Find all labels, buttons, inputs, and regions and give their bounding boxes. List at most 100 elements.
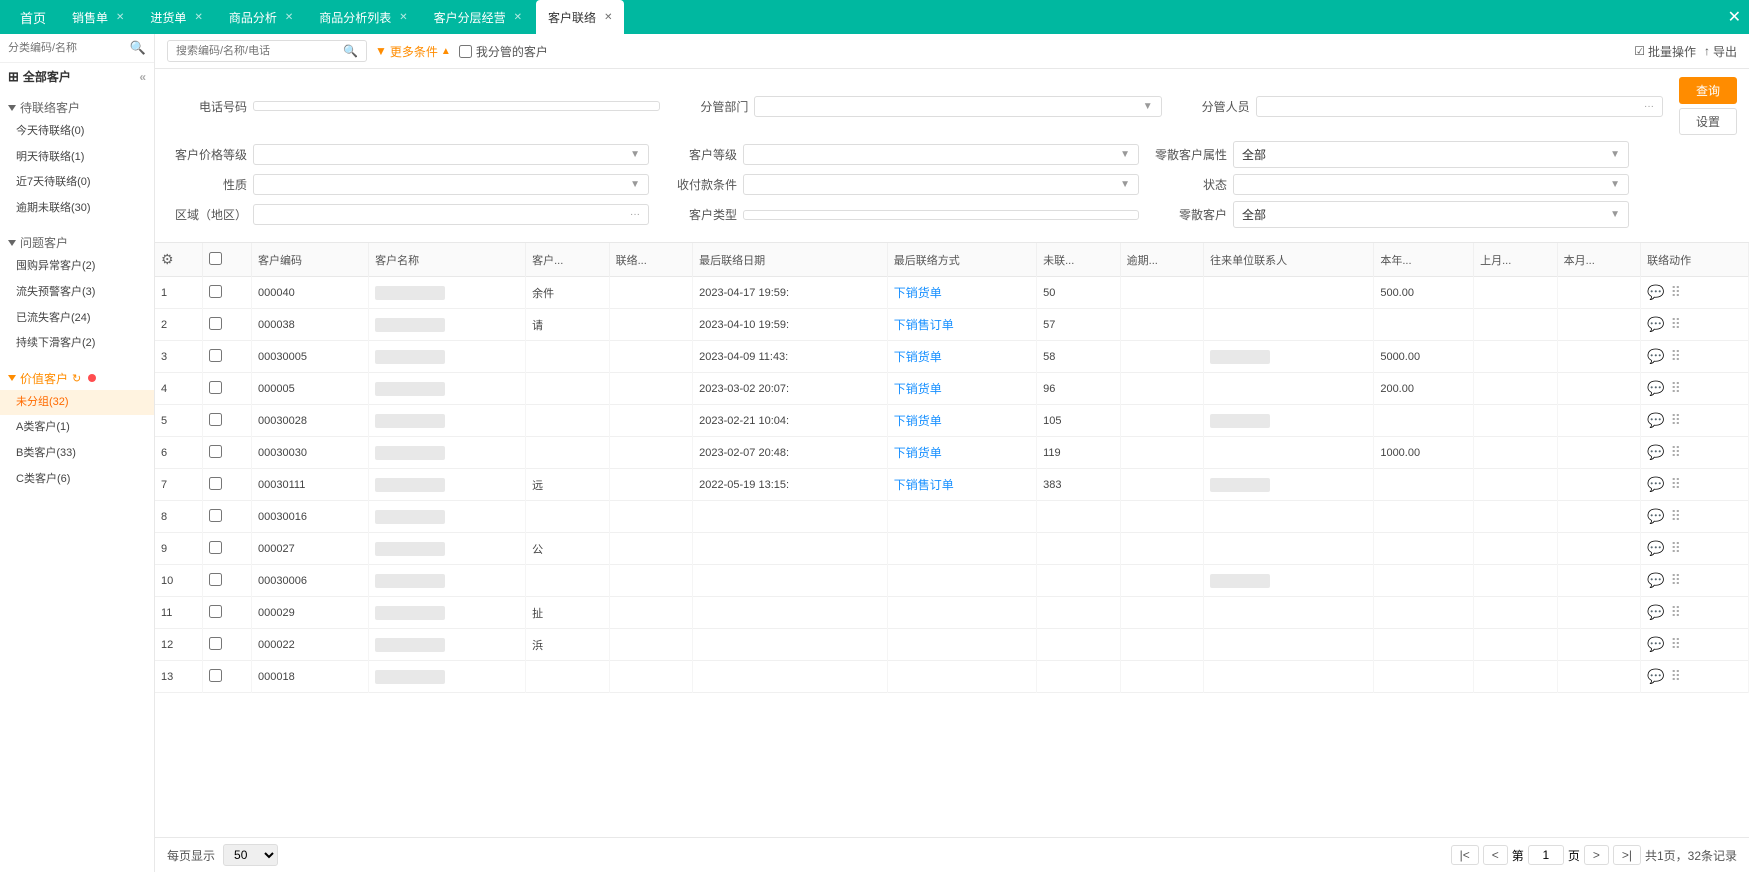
more-icon[interactable]: ⠿ xyxy=(1671,316,1681,333)
more-conditions-btn[interactable]: ▼ 更多条件 ▲ xyxy=(375,43,451,60)
filter-input-casual-attr[interactable]: 全部▼ xyxy=(1233,141,1629,168)
filter-input-phone[interactable] xyxy=(253,101,660,111)
row-select-checkbox[interactable] xyxy=(209,669,222,682)
comment-icon[interactable]: 💬 xyxy=(1647,412,1664,429)
filter-search-input[interactable] xyxy=(176,45,339,57)
first-page-btn[interactable]: |< xyxy=(1451,845,1479,865)
th-checkbox[interactable] xyxy=(202,243,251,277)
search-icon[interactable]: 🔍 xyxy=(130,40,146,56)
row-checkbox[interactable] xyxy=(202,469,251,501)
close-icon[interactable]: ✕ xyxy=(399,12,407,23)
comment-icon[interactable]: 💬 xyxy=(1647,316,1664,333)
window-close-button[interactable]: ✕ xyxy=(1728,7,1741,27)
sidebar-item-class-a[interactable]: A类客户(1) xyxy=(0,415,154,441)
sidebar-item-churn-warning[interactable]: 流失预警客户(3) xyxy=(0,280,154,306)
row-select-checkbox[interactable] xyxy=(209,541,222,554)
row-select-checkbox[interactable] xyxy=(209,573,222,586)
row-checkbox[interactable] xyxy=(202,277,251,309)
close-icon[interactable]: ✕ xyxy=(116,12,124,23)
nav-tab-analysis[interactable]: 商品分析 ✕ xyxy=(217,0,305,34)
export-button[interactable]: ↑ 导出 xyxy=(1704,43,1737,60)
comment-icon[interactable]: 💬 xyxy=(1647,476,1664,493)
select-all-checkbox[interactable] xyxy=(209,252,222,265)
more-icon[interactable]: ⠿ xyxy=(1671,604,1681,621)
sidebar-group-title-problem[interactable]: 问题客户 xyxy=(0,229,154,254)
row-select-checkbox[interactable] xyxy=(209,477,222,490)
next-page-btn[interactable]: > xyxy=(1584,845,1609,865)
row-checkbox[interactable] xyxy=(202,373,251,405)
more-icon[interactable]: ⠿ xyxy=(1671,636,1681,653)
last-method-link[interactable]: 下销货单 xyxy=(894,382,942,396)
sidebar-all-customers[interactable]: ⊞ 全部客户 « xyxy=(0,63,154,90)
filter-input-region[interactable]: ··· xyxy=(253,204,649,225)
sidebar-search-box[interactable]: 🔍 xyxy=(0,34,154,63)
filter-input-customer-type[interactable] xyxy=(743,210,1139,220)
comment-icon[interactable]: 💬 xyxy=(1647,668,1664,685)
last-method-link[interactable]: 下销售订单 xyxy=(894,478,954,492)
more-icon[interactable]: ⠿ xyxy=(1671,476,1681,493)
filter-input-nature[interactable]: ▼ xyxy=(253,174,649,195)
sidebar-item-ungrouped[interactable]: 未分组(32) xyxy=(0,390,154,416)
comment-icon[interactable]: 💬 xyxy=(1647,348,1664,365)
sidebar-item-today[interactable]: 今天待联络(0) xyxy=(0,119,154,145)
filter-input-customer-level[interactable]: ▼ xyxy=(743,144,1139,165)
filter-search-box[interactable]: 🔍 xyxy=(167,40,367,62)
row-checkbox[interactable] xyxy=(202,309,251,341)
row-checkbox[interactable] xyxy=(202,661,251,693)
filter-input-price-level[interactable]: ▼ xyxy=(253,144,649,165)
comment-icon[interactable]: 💬 xyxy=(1647,508,1664,525)
last-method-link[interactable]: 下销售订单 xyxy=(894,318,954,332)
th-name[interactable]: 客户名称 xyxy=(369,243,526,277)
row-checkbox[interactable] xyxy=(202,341,251,373)
sidebar-group-title-value[interactable]: 价值客户 ↻ xyxy=(0,365,154,390)
filter-input-manager[interactable]: ··· xyxy=(1256,96,1663,117)
row-checkbox[interactable] xyxy=(202,437,251,469)
comment-icon[interactable]: 💬 xyxy=(1647,380,1664,397)
row-select-checkbox[interactable] xyxy=(209,317,222,330)
close-icon[interactable]: ✕ xyxy=(194,12,202,23)
row-select-checkbox[interactable] xyxy=(209,445,222,458)
prev-page-btn[interactable]: < xyxy=(1483,845,1508,865)
collapse-icon[interactable]: « xyxy=(139,70,146,84)
batch-op-button[interactable]: ☑ 批量操作 xyxy=(1634,43,1696,60)
row-select-checkbox[interactable] xyxy=(209,413,222,426)
nav-tab-customer-contact[interactable]: 客户联络 ✕ xyxy=(536,0,624,34)
comment-icon[interactable]: 💬 xyxy=(1647,636,1664,653)
sidebar-item-7days[interactable]: 近7天待联络(0) xyxy=(0,170,154,196)
close-icon[interactable]: ✕ xyxy=(285,12,293,23)
close-icon[interactable]: ✕ xyxy=(514,12,522,23)
search-icon[interactable]: 🔍 xyxy=(343,44,358,58)
row-select-checkbox[interactable] xyxy=(209,381,222,394)
more-icon[interactable]: ⠿ xyxy=(1671,284,1681,301)
sidebar-group-title-pending[interactable]: 待联络客户 xyxy=(0,94,154,119)
row-checkbox[interactable] xyxy=(202,629,251,661)
row-checkbox[interactable] xyxy=(202,501,251,533)
sidebar-item-class-c[interactable]: C类客户(6) xyxy=(0,467,154,493)
comment-icon[interactable]: 💬 xyxy=(1647,444,1664,461)
refresh-icon[interactable]: ↻ xyxy=(72,372,81,385)
row-select-checkbox[interactable] xyxy=(209,509,222,522)
reset-button[interactable]: 设置 xyxy=(1679,108,1737,135)
last-method-link[interactable]: 下销货单 xyxy=(894,286,942,300)
comment-icon[interactable]: 💬 xyxy=(1647,284,1664,301)
query-button[interactable]: 查询 xyxy=(1679,77,1737,104)
comment-icon[interactable]: 💬 xyxy=(1647,604,1664,621)
row-select-checkbox[interactable] xyxy=(209,285,222,298)
comment-icon[interactable]: 💬 xyxy=(1647,572,1664,589)
my-customers-checkbox[interactable]: 我分管的客户 xyxy=(459,43,548,60)
last-method-link[interactable]: 下销货单 xyxy=(894,350,942,364)
more-icon[interactable]: ⠿ xyxy=(1671,444,1681,461)
last-method-link[interactable]: 下销货单 xyxy=(894,414,942,428)
row-checkbox[interactable] xyxy=(202,597,251,629)
nav-tab-sales[interactable]: 销售单 ✕ xyxy=(60,0,136,34)
more-icon[interactable]: ⠿ xyxy=(1671,380,1681,397)
filter-input-casual[interactable]: 全部▼ xyxy=(1233,201,1629,228)
sidebar-item-abnormal[interactable]: 囤购异常客户(2) xyxy=(0,254,154,280)
nav-home[interactable]: 首页 xyxy=(8,8,58,27)
nav-tab-analysis-list[interactable]: 商品分析列表 ✕ xyxy=(307,0,419,34)
page-size-select[interactable]: 50 20 100 xyxy=(223,844,278,866)
last-method-link[interactable]: 下销货单 xyxy=(894,446,942,460)
nav-tab-purchase[interactable]: 进货单 ✕ xyxy=(138,0,214,34)
row-select-checkbox[interactable] xyxy=(209,637,222,650)
row-checkbox[interactable] xyxy=(202,405,251,437)
